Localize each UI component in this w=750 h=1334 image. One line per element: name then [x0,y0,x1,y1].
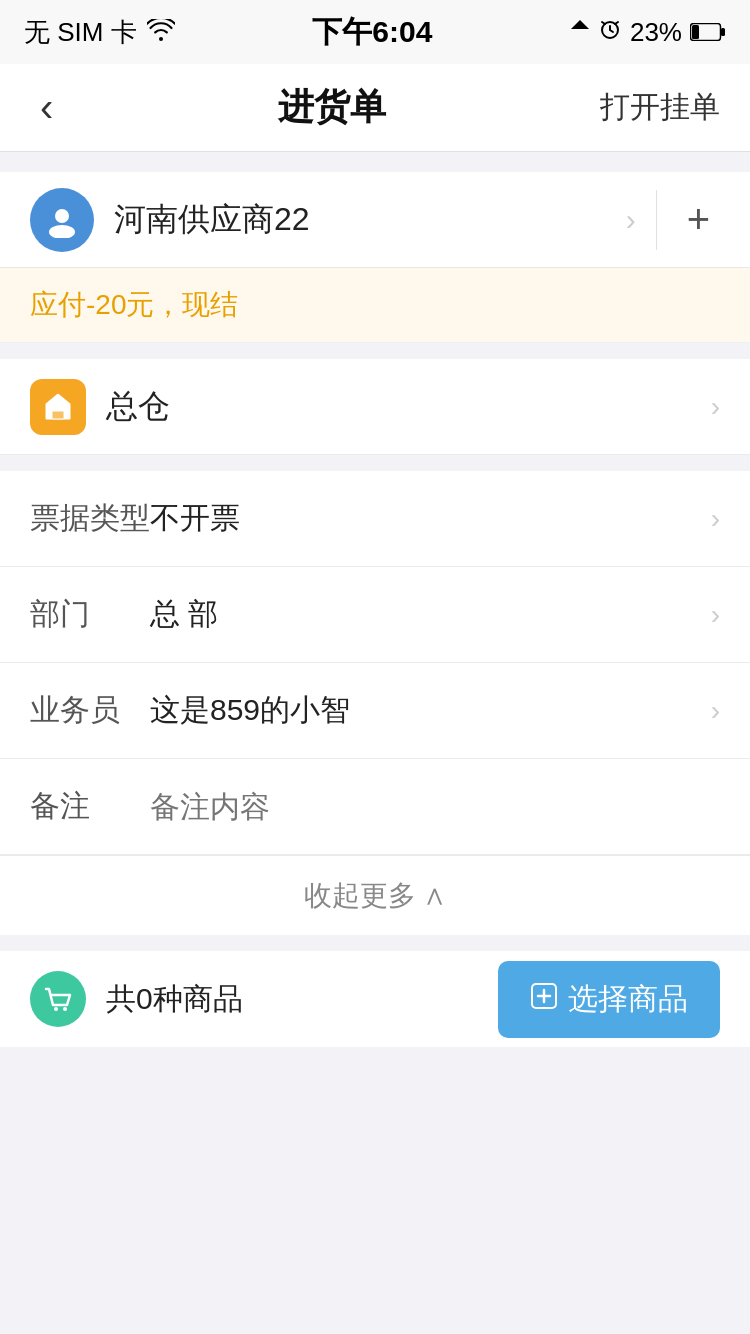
department-chevron-icon: › [711,599,720,631]
remark-label: 备注 [30,786,150,827]
carrier-text: 无 SIM 卡 [24,15,137,50]
supplier-chevron-icon: › [626,203,636,237]
battery-text: 23% [630,17,682,48]
cart-icon-wrap [30,971,86,1027]
department-row[interactable]: 部门 总 部 › [0,567,750,663]
supplier-section: 河南供应商22 › + 应付-20元，现结 [0,172,750,343]
section-gap-1 [0,152,750,172]
invoice-type-label: 票据类型 [30,498,150,539]
department-value: 总 部 [150,594,711,635]
goods-count-text: 共0种商品 [106,979,498,1020]
collapse-button[interactable]: 收起更多 ∧ [0,855,750,935]
warehouse-name: 总仓 [106,385,711,429]
svg-point-7 [54,1007,58,1011]
remark-input[interactable] [150,790,720,824]
status-right: 23% [570,17,726,48]
salesperson-row[interactable]: 业务员 这是859的小智 › [0,663,750,759]
nav-bar: ‹ 进货单 打开挂单 [0,64,750,152]
section-gap-3 [0,455,750,471]
salesperson-value: 这是859的小智 [150,690,711,731]
wifi-icon [147,17,175,48]
supplier-row[interactable]: 河南供应商22 › + [0,172,750,268]
supplier-divider [656,190,657,250]
add-supplier-button[interactable]: + [677,187,720,252]
supplier-avatar [30,188,94,252]
warehouse-chevron-icon: › [711,391,720,423]
status-time: 下午6:04 [312,12,432,53]
select-goods-icon [530,982,558,1017]
bottom-bar: 共0种商品 选择商品 [0,951,750,1047]
supplier-name: 河南供应商22 [114,198,626,242]
alarm-icon [598,17,622,48]
svg-point-4 [55,209,69,223]
select-goods-label: 选择商品 [568,979,688,1020]
svg-rect-3 [692,25,699,39]
location-icon [570,17,590,48]
battery-icon [690,17,726,48]
collapse-label: 收起更多 ∧ [304,877,447,915]
section-gap-2 [0,343,750,359]
svg-point-5 [49,225,75,238]
back-button[interactable]: ‹ [30,75,63,140]
invoice-type-row[interactable]: 票据类型 不开票 › [0,471,750,567]
notice-banner: 应付-20元，现结 [0,268,750,343]
salesperson-chevron-icon: › [711,695,720,727]
select-goods-button[interactable]: 选择商品 [498,961,720,1038]
warehouse-icon-wrap [30,379,86,435]
department-label: 部门 [30,594,150,635]
remark-row[interactable]: 备注 [0,759,750,855]
warehouse-row[interactable]: 总仓 › [0,359,750,455]
svg-rect-2 [721,28,725,36]
form-section: 票据类型 不开票 › 部门 总 部 › 业务员 这是859的小智 › 备注 收起… [0,471,750,935]
invoice-type-chevron-icon: › [711,503,720,535]
status-left: 无 SIM 卡 [24,15,175,50]
svg-point-8 [63,1007,67,1011]
invoice-type-value: 不开票 [150,498,711,539]
page-title: 进货单 [278,83,386,132]
status-bar: 无 SIM 卡 下午6:04 23% [0,0,750,64]
open-pending-button[interactable]: 打开挂单 [600,87,720,128]
salesperson-label: 业务员 [30,690,150,731]
